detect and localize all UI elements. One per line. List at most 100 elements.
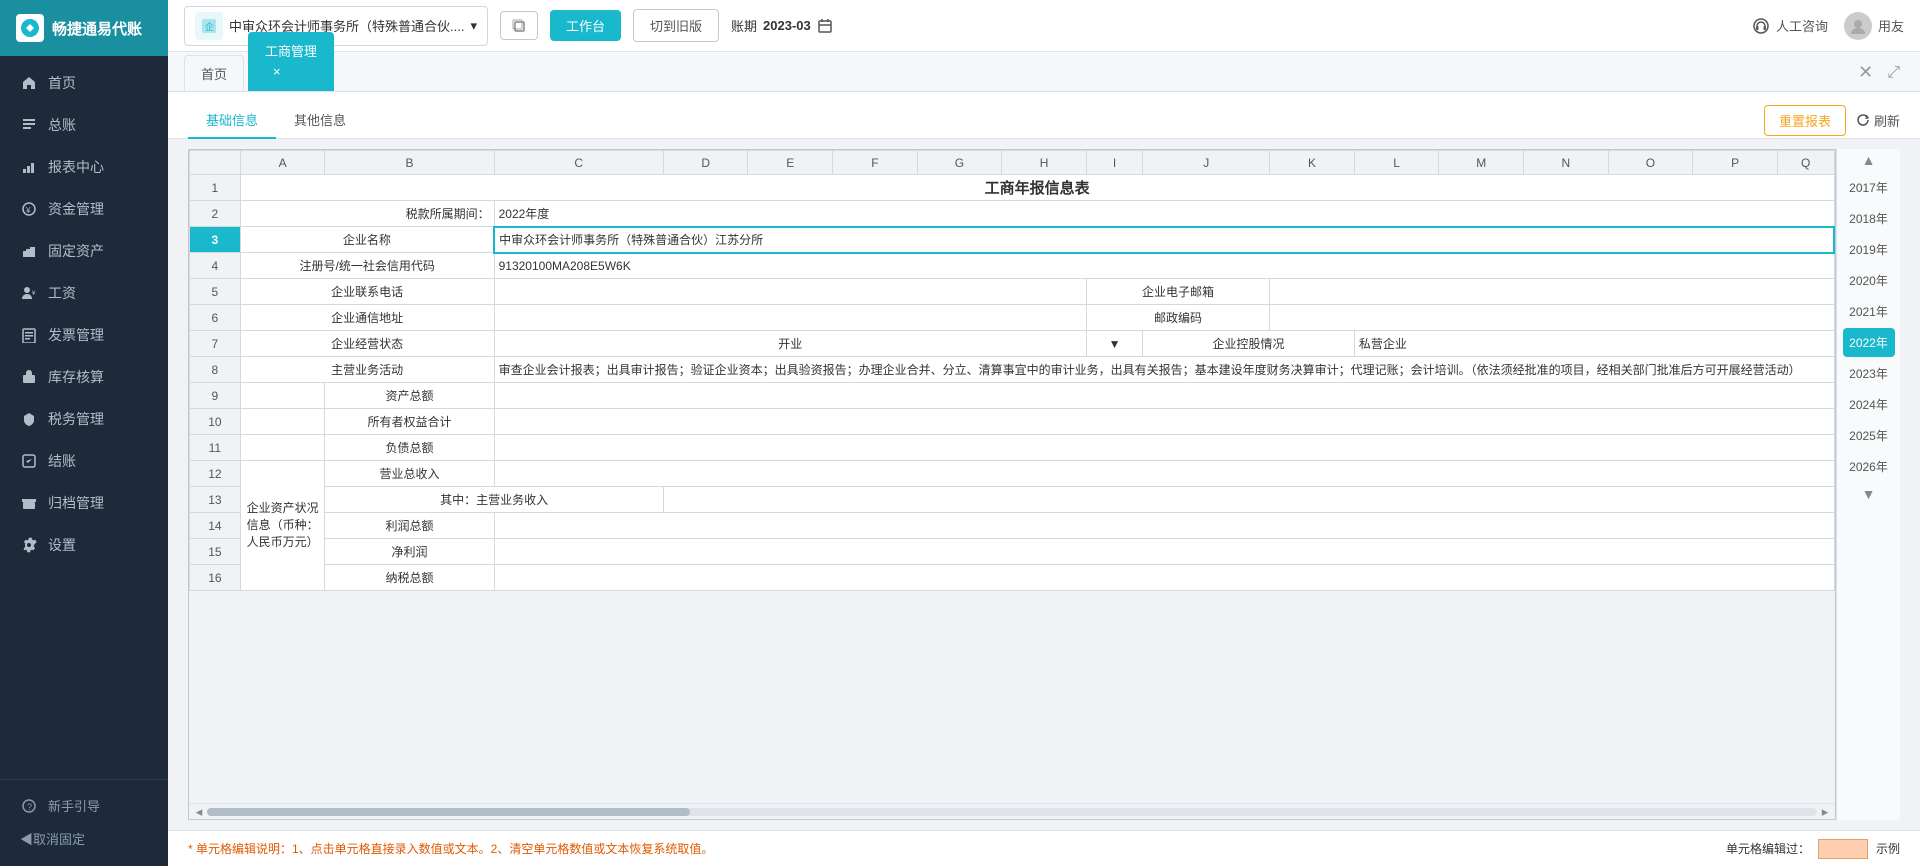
equity-value[interactable] (494, 409, 1834, 435)
refresh-btn[interactable]: 刷新 (1856, 111, 1900, 130)
liabilities-label: 负债总额 (325, 435, 494, 461)
year-item-2019年[interactable]: 2019年 (1843, 235, 1895, 264)
asset-icon (20, 242, 38, 260)
tab-home[interactable]: 首页 (184, 55, 244, 91)
hscroll-bar[interactable]: ◂ ▸ (189, 803, 1835, 819)
row-num-13: 13 (190, 487, 241, 513)
table-row: 9 资产总额 (190, 383, 1835, 409)
sidebar-item-home[interactable]: 首页 (0, 62, 168, 104)
main-biz-value[interactable]: 审查企业会计报表；出具审计报告；验证企业资本；出具验资报告；办理企业合并、分立、… (494, 357, 1834, 383)
main-revenue-value[interactable] (663, 487, 1834, 513)
col-header-j[interactable]: J (1143, 151, 1270, 175)
fund-icon: ¥ (20, 200, 38, 218)
service-label: 人工咨询 (1776, 16, 1828, 35)
col-header-g[interactable]: G (917, 151, 1002, 175)
sidebar-item-funds[interactable]: ¥ 资金管理 (0, 188, 168, 230)
closing-icon (20, 452, 38, 470)
sidebar-item-payroll[interactable]: ¥ 工资 (0, 272, 168, 314)
sidebar-label-funds: 资金管理 (48, 199, 104, 219)
user-menu[interactable]: 用友 (1844, 12, 1904, 40)
sidebar-item-invoice[interactable]: 发票管理 (0, 314, 168, 356)
sheet-title-cell[interactable]: 工商年报信息表 (240, 175, 1834, 201)
hscroll-thumb[interactable] (207, 808, 690, 816)
col-header-k[interactable]: K (1270, 151, 1355, 175)
col-header-l[interactable]: L (1354, 151, 1439, 175)
expand-icon-btn[interactable]: ⤢ (1883, 60, 1904, 86)
col-header-b[interactable]: B (325, 151, 494, 175)
reset-report-btn[interactable]: 重置报表 (1764, 105, 1846, 136)
year-item-2018年[interactable]: 2018年 (1843, 204, 1895, 233)
total-assets-value[interactable] (494, 383, 1834, 409)
dropdown-arrow[interactable]: ▼ (1086, 331, 1142, 357)
year-item-2024年[interactable]: 2024年 (1843, 390, 1895, 419)
year-item-2026年[interactable]: 2026年 (1843, 452, 1895, 481)
hscroll-track[interactable] (207, 808, 1817, 816)
sub-tab-basic[interactable]: 基础信息 (188, 102, 276, 139)
asset-section-label-r10 (240, 409, 325, 435)
col-header-h[interactable]: H (1002, 151, 1087, 175)
switch-btn[interactable]: 切到旧版 (633, 9, 719, 42)
sidebar-item-closing[interactable]: 结账 (0, 440, 168, 482)
sidebar-item-assets[interactable]: 固定资产 (0, 230, 168, 272)
pin-sidebar-btn[interactable]: ◀取消固定 (20, 821, 148, 856)
table-row: 16 纳税总额 (190, 565, 1835, 591)
period-selector[interactable]: 账期 2023-03 (731, 16, 833, 35)
year-item-2025年[interactable]: 2025年 (1843, 421, 1895, 450)
col-header-m[interactable]: M (1439, 151, 1524, 175)
email-value[interactable] (1270, 279, 1834, 305)
year-up-btn[interactable]: ▲ (1851, 149, 1887, 171)
reg-code-value[interactable]: 91320100MA208E5W6K (494, 253, 1834, 279)
col-header-i[interactable]: I (1086, 151, 1142, 175)
phone-value[interactable] (494, 279, 1086, 305)
copy-btn[interactable] (500, 11, 538, 40)
year-item-2020年[interactable]: 2020年 (1843, 266, 1895, 295)
col-header-e[interactable]: E (748, 151, 833, 175)
postal-value[interactable] (1270, 305, 1834, 331)
hscroll-right-btn[interactable]: ▸ (1817, 804, 1833, 820)
sidebar-item-settings[interactable]: 设置 (0, 524, 168, 566)
holding-value[interactable]: 私营企业 (1354, 331, 1834, 357)
company-selector[interactable]: 企 中审众环会计师事务所（特殊普通合伙.... ▾ (184, 6, 488, 46)
year-item-2022年[interactable]: 2022年 (1843, 328, 1895, 357)
col-header-q[interactable]: Q (1777, 151, 1834, 175)
sidebar-item-reports[interactable]: 报表中心 (0, 146, 168, 188)
liabilities-value[interactable] (494, 435, 1834, 461)
col-header-p[interactable]: P (1693, 151, 1778, 175)
total-profit-value[interactable] (494, 513, 1834, 539)
sidebar-item-tax[interactable]: 税务管理 (0, 398, 168, 440)
svg-text:企: 企 (205, 21, 214, 32)
year-down-btn[interactable]: ▼ (1851, 483, 1887, 505)
workbench-btn[interactable]: 工作台 (550, 10, 621, 41)
table-row: 2 税款所属期间： 2022年度 (190, 201, 1835, 227)
new-guide-label: 新手引导 (48, 796, 100, 815)
tab-close-btn[interactable]: × (269, 60, 285, 83)
sidebar-item-archive[interactable]: 归档管理 (0, 482, 168, 524)
service-btn[interactable]: 人工咨询 (1752, 16, 1828, 35)
sidebar-item-newguide[interactable]: ? 新手引导 (20, 790, 148, 821)
col-header-f[interactable]: F (833, 151, 918, 175)
col-header-d[interactable]: D (663, 151, 748, 175)
total-revenue-value[interactable] (494, 461, 1834, 487)
company-name-value[interactable]: 中审众环会计师事务所（特殊普通合伙）江苏分所 (494, 227, 1834, 253)
net-profit-value[interactable] (494, 539, 1834, 565)
row-num-12: 12 (190, 461, 241, 487)
col-header-a[interactable]: A (240, 151, 325, 175)
tab-gongshang[interactable]: 工商管理 × (248, 32, 334, 91)
biz-status-value[interactable]: 开业 (494, 331, 1086, 357)
col-header-n[interactable]: N (1524, 151, 1609, 175)
sub-tab-other-label: 其他信息 (294, 113, 346, 128)
tax-period-value[interactable]: 2022年度 (494, 201, 1834, 227)
col-header-c[interactable]: C (494, 151, 663, 175)
close-icon-btn[interactable]: ✕ (1854, 58, 1877, 87)
address-value[interactable] (494, 305, 1086, 331)
hscroll-left-btn[interactable]: ◂ (191, 804, 207, 820)
col-header-o[interactable]: O (1608, 151, 1693, 175)
year-item-2023年[interactable]: 2023年 (1843, 359, 1895, 388)
spreadsheet-inner[interactable]: A B C D E F G H I J (189, 150, 1835, 803)
year-item-2021年[interactable]: 2021年 (1843, 297, 1895, 326)
year-item-2017年[interactable]: 2017年 (1843, 173, 1895, 202)
sub-tab-other[interactable]: 其他信息 (276, 102, 364, 139)
tax-total-value[interactable] (494, 565, 1834, 591)
sidebar-item-inventory[interactable]: 库存核算 (0, 356, 168, 398)
sidebar-item-ledger[interactable]: 总账 (0, 104, 168, 146)
